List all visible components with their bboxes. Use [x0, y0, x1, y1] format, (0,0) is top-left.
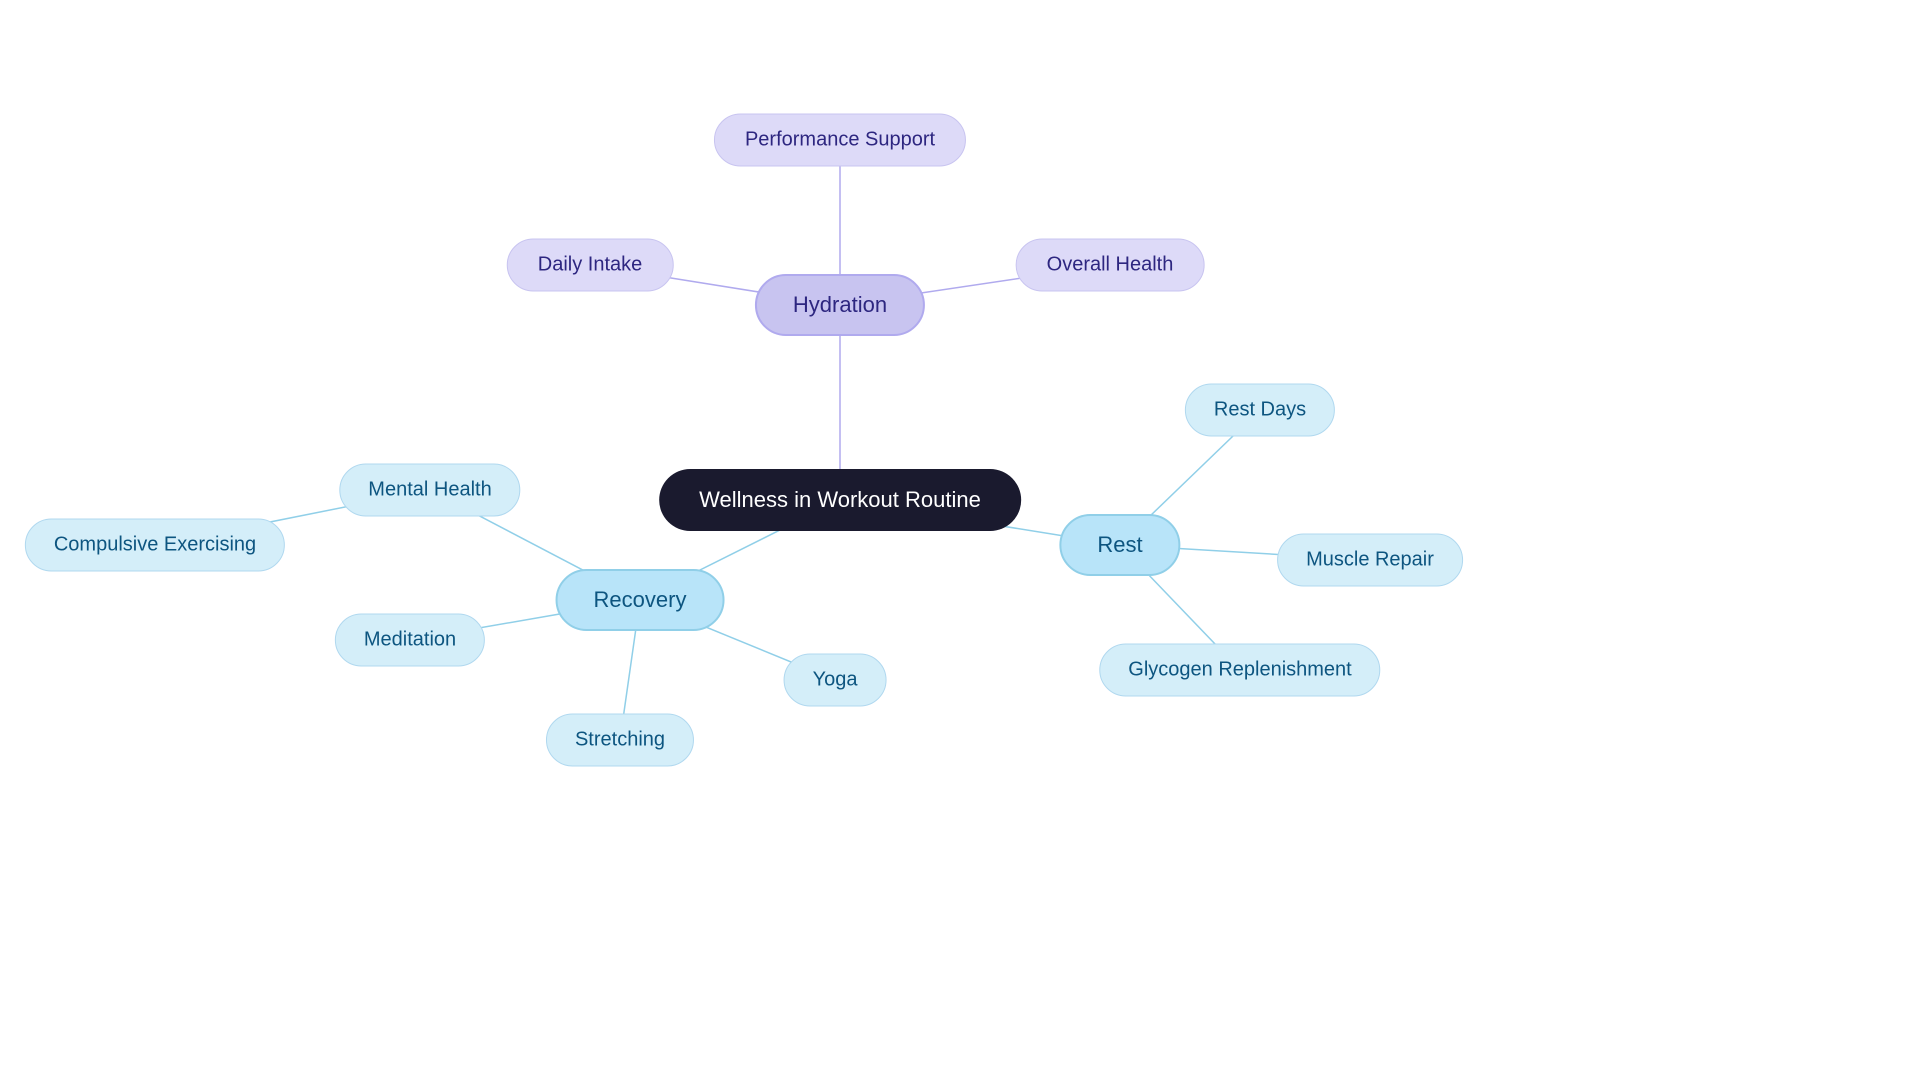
stretching-node: Stretching — [546, 714, 694, 767]
meditation-node: Meditation — [335, 614, 485, 667]
overall-health-node: Overall Health — [1016, 239, 1205, 292]
daily-intake-node: Daily Intake — [507, 239, 674, 292]
performance-support-node: Performance Support — [714, 114, 966, 167]
glycogen-replenishment-node: Glycogen Replenishment — [1099, 644, 1380, 697]
mental-health-node: Mental Health — [339, 464, 520, 517]
yoga-node: Yoga — [784, 654, 887, 707]
hydration-node: Hydration — [755, 274, 925, 336]
central-node: Wellness in Workout Routine — [659, 469, 1021, 531]
muscle-repair-node: Muscle Repair — [1277, 534, 1463, 587]
rest-days-node: Rest Days — [1185, 384, 1335, 437]
rest-node: Rest — [1059, 514, 1180, 576]
recovery-node: Recovery — [556, 569, 725, 631]
compulsive-exercising-node: Compulsive Exercising — [25, 519, 285, 572]
